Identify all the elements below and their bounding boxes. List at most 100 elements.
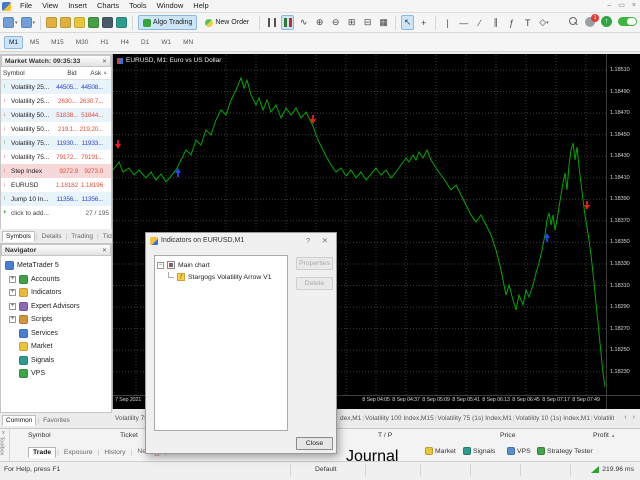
close-window-button[interactable]: × [632, 0, 636, 12]
navigator-item-accounts[interactable]: + Accounts [1, 273, 111, 287]
vertical-line-icon[interactable]: | [441, 15, 454, 30]
new-order-button[interactable]: New Order [200, 15, 254, 30]
status-latency[interactable]: 219.96 ms [591, 466, 634, 473]
trendline-icon[interactable]: ∕ [473, 15, 486, 30]
market-watch-row[interactable]: ↓ EURUSD 1.18182 1.18196 [1, 178, 111, 192]
search-icon[interactable] [569, 16, 579, 27]
restore-window-button[interactable]: ▭ [618, 0, 625, 12]
market-watch-row[interactable]: ↓ Volatility 50... 51838... 51844... [1, 108, 111, 122]
market-watch-close-icon[interactable]: ✕ [102, 58, 107, 65]
equidistant-channel-icon[interactable]: ∥ [489, 15, 502, 30]
candlestick-chart-icon[interactable] [281, 15, 295, 30]
bar-chart-icon[interactable] [265, 15, 278, 30]
arrange-windows-icon[interactable]: ▦ [377, 15, 390, 30]
timeframe-mn[interactable]: MN [178, 36, 198, 49]
properties-button[interactable]: Properties [296, 257, 333, 270]
tab-tick[interactable]: Tick [100, 232, 112, 241]
collapse-icon[interactable]: − [157, 261, 164, 269]
statistics-icon[interactable] [88, 17, 100, 28]
expand-icon[interactable]: + [9, 289, 16, 297]
crosshair-icon[interactable]: + [417, 15, 430, 30]
expand-icon[interactable]: + [9, 302, 16, 310]
tab-trading[interactable]: Trading [68, 232, 96, 241]
scroll-up-icon[interactable]: ▲ [101, 70, 109, 76]
new-chart-icon[interactable]: ▾ [3, 17, 18, 28]
menu-view[interactable]: View [37, 0, 63, 12]
dialog-help-button[interactable]: ? [306, 236, 310, 245]
mql5-community-icon[interactable]: ↑ [601, 16, 612, 27]
market-watch-row[interactable]: ↓ Volatility 50... 219.1... 219.20... [1, 122, 111, 136]
navigator-item-signals[interactable]: Signals [1, 354, 111, 368]
column-t-p[interactable]: T / P [378, 432, 392, 439]
chart-tab-volatility-100-index-m15[interactable]: Volatility 100 Index,M15 [365, 415, 434, 422]
tab-favorites[interactable]: Favorites [40, 416, 73, 425]
cursor-icon[interactable]: ↖ [401, 15, 415, 30]
dropdown-arrow-icon[interactable]: ▾ [33, 20, 36, 26]
tab-details[interactable]: Details [39, 232, 65, 241]
delete-button[interactable]: Delete [296, 277, 333, 290]
timeframe-m5[interactable]: M5 [25, 36, 44, 49]
column-price[interactable]: Price [500, 432, 516, 439]
market-watch-row[interactable]: ↓ Volatility 25... 2630.... 2630.7... [1, 94, 111, 108]
navigator-item-expert-advisors[interactable]: + Expert Advisors [1, 300, 111, 314]
timeframe-w1[interactable]: W1 [156, 36, 176, 49]
status-profile[interactable]: Default [315, 466, 337, 473]
menu-charts[interactable]: Charts [92, 0, 124, 12]
menu-file[interactable]: File [15, 0, 37, 12]
column-symbol[interactable]: Symbol [28, 432, 51, 439]
signals-icon[interactable] [116, 17, 128, 28]
market-watch-row[interactable]: ↑ Jump 10 In... 11356... 11356... [1, 192, 111, 206]
chart-tab-volatility-75-1s-index-m1[interactable]: Volatility 75 (1s) Index,M1 [437, 415, 511, 422]
market-watch-row[interactable]: ↑ Volatility 75... 11930... 11933... [1, 136, 111, 150]
menu-tools[interactable]: Tools [124, 0, 152, 12]
timeframe-h4[interactable]: H4 [116, 36, 134, 49]
navigator-item-market[interactable]: Market [1, 340, 111, 354]
market-watch-row[interactable]: ↑ Volatility 25... 44505... 44508... [1, 80, 111, 94]
column-bid[interactable]: Bid [50, 70, 76, 77]
expand-icon[interactable]: + [9, 275, 16, 283]
navigator-item-indicators[interactable]: + Indicators [1, 286, 111, 300]
tree-item-indicator[interactable]: ƒ Stargogs Volatility Arrow V1 [157, 271, 285, 283]
strategy-tester-button[interactable]: Strategy Tester [537, 447, 593, 455]
history-center-icon[interactable] [60, 17, 72, 28]
expand-icon[interactable]: + [9, 316, 16, 324]
minimize-window-button[interactable]: – [607, 0, 611, 12]
timeframe-d1[interactable]: D1 [136, 36, 154, 49]
tab-scroll-arrows[interactable]: ‹ › [624, 414, 637, 421]
shapes-icon[interactable]: ◇ ▾ [537, 15, 550, 30]
chart-tab-dex-m1[interactable]: dex,M1 [340, 415, 361, 422]
notifications-icon[interactable]: 1 [585, 13, 599, 27]
market-watch-row[interactable]: ↓ Volatility 75... 79172... 79191... [1, 150, 111, 164]
chart-tab-volatility-75[interactable]: Volatility 75 [115, 415, 148, 422]
line-chart-icon[interactable]: ∿ [297, 15, 310, 30]
chart-tab-volatility-10-1s-index-m1[interactable]: Volatility 10 (1s) Index,M1 [516, 415, 590, 422]
timeframe-m15[interactable]: M15 [46, 36, 69, 49]
tab-exposure[interactable]: Exposure [60, 448, 97, 457]
market-watch-row[interactable]: ↓ Step Index 9272.9 9273.0 [1, 164, 111, 178]
toggle-switch[interactable] [618, 17, 637, 26]
tab-trade[interactable]: Trade [28, 447, 57, 458]
chart-tab-volatility-25-[interactable]: Volatility 25 ( [594, 415, 614, 422]
cascade-windows-icon[interactable]: ⊟ [361, 15, 374, 30]
zoom-in-icon[interactable]: ⊕ [313, 15, 326, 30]
navigator-item-vps[interactable]: VPS [1, 367, 111, 381]
tab-history[interactable]: History [100, 448, 129, 457]
menu-insert[interactable]: Insert [63, 0, 92, 12]
column-symbol[interactable]: Symbol [3, 70, 50, 77]
navigator-close-icon[interactable]: ✕ [102, 247, 107, 254]
menu-help[interactable]: Help [188, 0, 213, 12]
timeframe-h1[interactable]: H1 [95, 36, 113, 49]
column-ask[interactable]: Ask [77, 70, 101, 77]
vps-button[interactable]: VPS [507, 447, 531, 455]
text-label-icon[interactable]: T [521, 15, 534, 30]
tile-windows-icon[interactable]: ⊞ [345, 15, 358, 30]
horizontal-line-icon[interactable]: — [457, 15, 470, 30]
timeframe-m1[interactable]: M1 [4, 35, 24, 49]
tab-common[interactable]: Common [2, 415, 37, 426]
column-ticket[interactable]: Ticket [120, 432, 138, 439]
column-profit[interactable]: Profit ▲ [593, 432, 615, 439]
navigator-item-root[interactable]: MetaTrader 5 [1, 259, 111, 273]
fibonacci-icon[interactable]: ƒ [505, 15, 518, 30]
add-symbol-row[interactable]: + click to add... 27 / 195 [1, 206, 111, 220]
dropdown-arrow-icon[interactable]: ▾ [15, 20, 18, 26]
